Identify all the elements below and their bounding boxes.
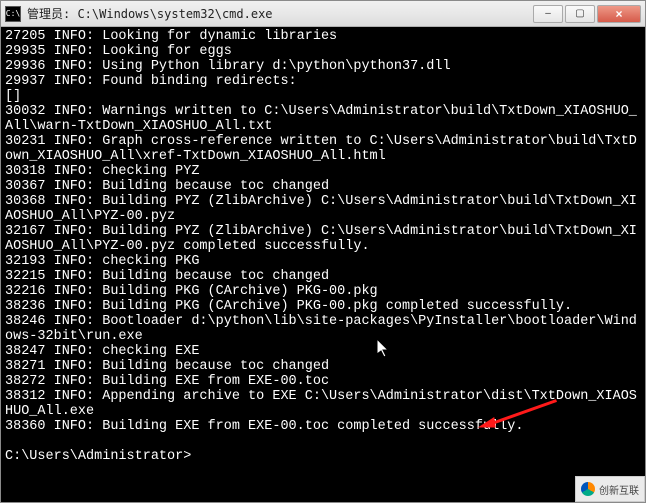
terminal-line: 32193 INFO: checking PKG xyxy=(5,254,641,269)
terminal-line: 38236 INFO: Building PKG (CArchive) PKG-… xyxy=(5,299,641,314)
close-button[interactable]: × xyxy=(597,5,641,23)
terminal-line: 38271 INFO: Building because toc changed xyxy=(5,359,641,374)
terminal-line: C:\Users\Administrator> xyxy=(5,449,641,464)
watermark-badge: 创新互联 xyxy=(575,476,645,502)
cmd-icon: C:\ xyxy=(5,6,21,22)
cmd-window: C:\ 管理员: C:\Windows\system32\cmd.exe – ▢… xyxy=(0,0,646,503)
terminal-line: 29936 INFO: Using Python library d:\pyth… xyxy=(5,59,641,74)
terminal-line: 32215 INFO: Building because toc changed xyxy=(5,269,641,284)
terminal-line: 29935 INFO: Looking for eggs xyxy=(5,44,641,59)
maximize-button[interactable]: ▢ xyxy=(565,5,595,23)
terminal-line: 32216 INFO: Building PKG (CArchive) PKG-… xyxy=(5,284,641,299)
terminal-line: 38272 INFO: Building EXE from EXE-00.toc xyxy=(5,374,641,389)
terminal-line: 30368 INFO: Building PYZ (ZlibArchive) C… xyxy=(5,194,641,224)
terminal-line: 38360 INFO: Building EXE from EXE-00.toc… xyxy=(5,419,641,434)
watermark-text: 创新互联 xyxy=(599,482,639,497)
terminal-line: 27205 INFO: Looking for dynamic librarie… xyxy=(5,29,641,44)
terminal-output[interactable]: 27205 INFO: Looking for dynamic librarie… xyxy=(1,27,645,502)
terminal-line: 30318 INFO: checking PYZ xyxy=(5,164,641,179)
window-title: 管理员: C:\Windows\system32\cmd.exe xyxy=(27,5,531,22)
terminal-line: [] xyxy=(5,89,641,104)
terminal-line: 30032 INFO: Warnings written to C:\Users… xyxy=(5,104,641,134)
terminal-line: 38246 INFO: Bootloader d:\python\lib\sit… xyxy=(5,314,641,344)
terminal-line: 30367 INFO: Building because toc changed xyxy=(5,179,641,194)
titlebar[interactable]: C:\ 管理员: C:\Windows\system32\cmd.exe – ▢… xyxy=(1,1,645,27)
terminal-line: 38312 INFO: Appending archive to EXE C:\… xyxy=(5,389,641,419)
watermark-logo-icon xyxy=(581,482,595,496)
terminal-line: 30231 INFO: Graph cross-reference writte… xyxy=(5,134,641,164)
window-controls: – ▢ × xyxy=(531,5,641,23)
cmd-icon-label: C:\ xyxy=(6,9,20,18)
terminal-line: 38247 INFO: checking EXE xyxy=(5,344,641,359)
terminal-line: 29937 INFO: Found binding redirects: xyxy=(5,74,641,89)
terminal-line: 32167 INFO: Building PYZ (ZlibArchive) C… xyxy=(5,224,641,254)
minimize-button[interactable]: – xyxy=(533,5,563,23)
